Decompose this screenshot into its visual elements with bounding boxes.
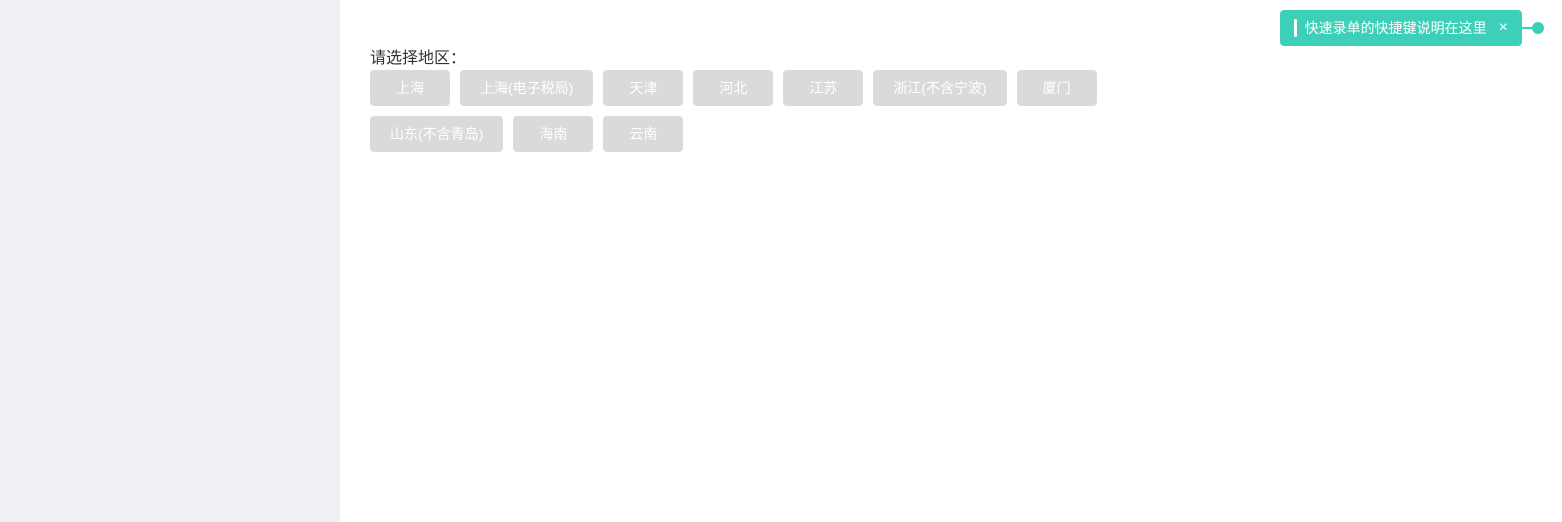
left-sidebar bbox=[0, 0, 340, 522]
region-btn-hebei[interactable]: 河北 bbox=[693, 70, 773, 106]
region-btn-yunnan[interactable]: 云南 bbox=[603, 116, 683, 152]
region-btn-shanghai-etax[interactable]: 上海(电子税局) bbox=[460, 70, 593, 106]
tooltip-bar: 快速录单的快捷键说明在这里 × bbox=[1280, 10, 1522, 46]
region-buttons-container: 上海上海(电子税局) 天津河北江苏浙江(不含宁波) 厦门 山东(不含青岛) 海南云南 bbox=[370, 70, 1532, 162]
tooltip-connector-dot bbox=[1532, 22, 1544, 34]
region-btn-hainan[interactable]: 海南 bbox=[513, 116, 593, 152]
region-btn-jiangsu[interactable]: 江苏 bbox=[783, 70, 863, 106]
section-label: 请选择地区： bbox=[370, 44, 466, 68]
region-row-2: 山东(不含青岛) 海南云南 bbox=[370, 116, 1532, 152]
region-btn-shandong[interactable]: 山东(不含青岛) bbox=[370, 116, 503, 152]
region-btn-shanghai[interactable]: 上海 bbox=[370, 70, 450, 106]
tooltip-accent bbox=[1294, 19, 1297, 37]
tooltip-close-button[interactable]: × bbox=[1499, 20, 1508, 36]
region-row-1: 上海上海(电子税局) 天津河北江苏浙江(不含宁波) 厦门 bbox=[370, 70, 1532, 106]
tooltip-text: 快速录单的快捷键说明在这里 bbox=[1305, 18, 1487, 38]
region-btn-tianjin[interactable]: 天津 bbox=[603, 70, 683, 106]
main-content: 请选择地区： 上海上海(电子税局) 天津河北江苏浙江(不含宁波) 厦门 山东(不含青… bbox=[340, 0, 1562, 522]
region-btn-zhejiang[interactable]: 浙江(不含宁波) bbox=[873, 70, 1006, 106]
region-btn-xiamen[interactable]: 厦门 bbox=[1017, 70, 1097, 106]
